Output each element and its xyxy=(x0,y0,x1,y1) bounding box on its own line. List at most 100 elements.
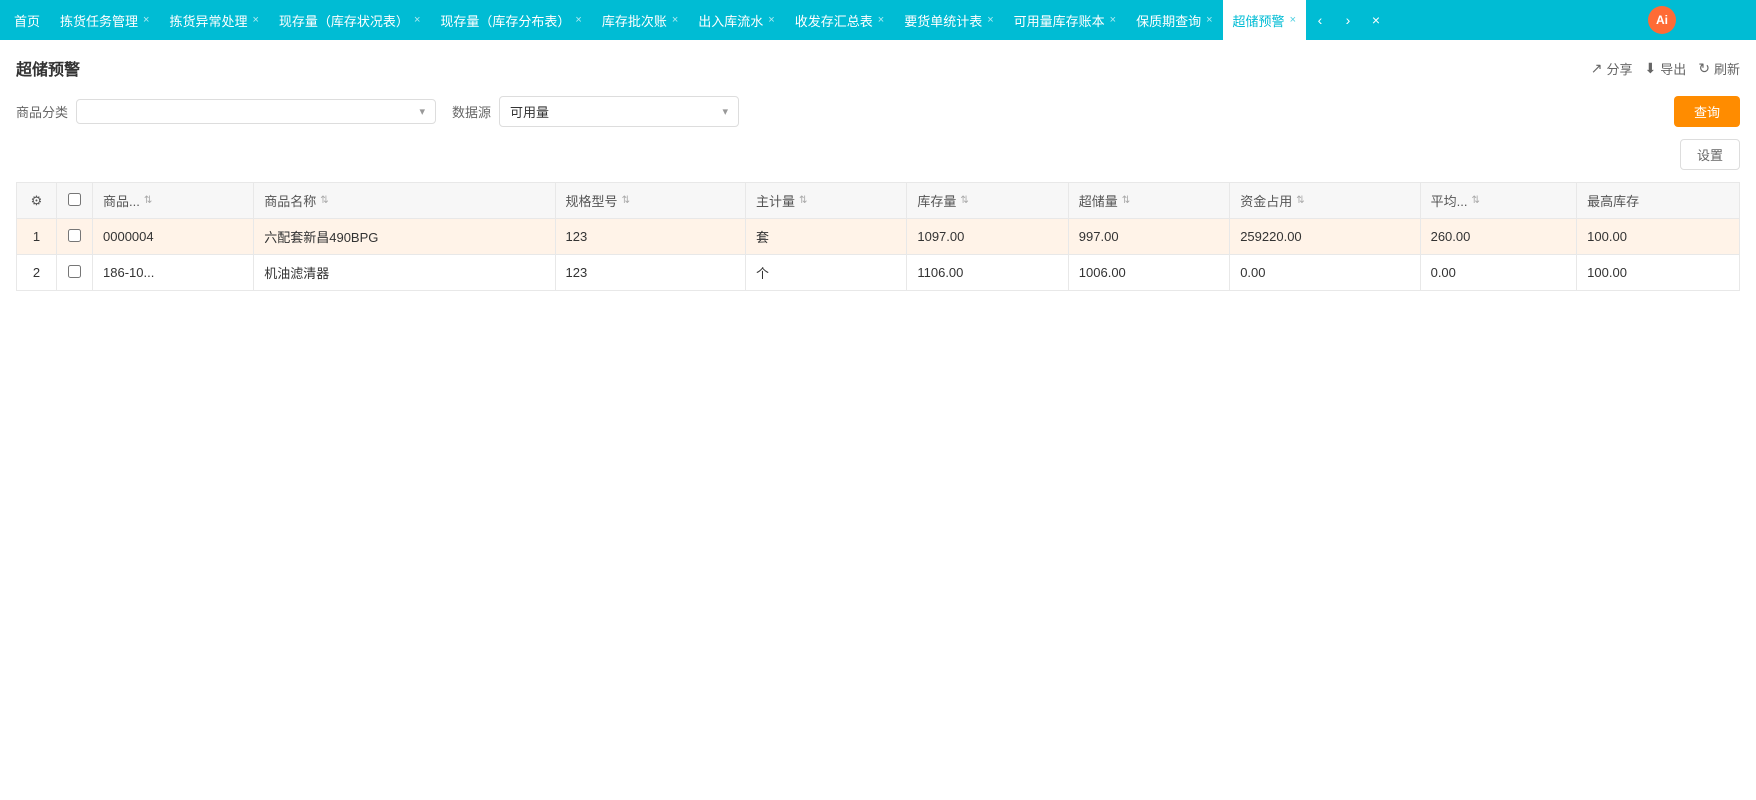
nav-item-inout-flow[interactable]: 出入库流水 × xyxy=(688,0,784,40)
nav-close-batch-account[interactable]: × xyxy=(672,14,678,26)
col-product-code[interactable]: 商品... ⇅ xyxy=(93,183,254,219)
col-product-name[interactable]: 商品名称 ⇅ xyxy=(254,183,555,219)
col-max-stock-label: 最高库存 xyxy=(1587,194,1639,209)
settings-button[interactable]: 设置 xyxy=(1680,139,1740,170)
nav-close-inventory-dist[interactable]: × xyxy=(575,14,581,26)
share-icon: ↗ xyxy=(1591,60,1603,77)
table-header-row: ⚙ 商品... ⇅ 商品名称 ⇅ xyxy=(17,183,1740,219)
avatar-text: Ai xyxy=(1656,13,1668,27)
row-1-max-stock: 100.00 xyxy=(1577,219,1740,255)
row-2-checkbox[interactable] xyxy=(68,265,81,278)
nav-bar: 首页 拣货任务管理 × 拣货异常处理 × 现存量（库存状况表） × 现存量（库存… xyxy=(0,0,1756,40)
col-avg-label: 平均... xyxy=(1431,191,1468,210)
nav-item-task-mgmt[interactable]: 拣货任务管理 × xyxy=(50,0,159,40)
col-stock-label: 库存量 xyxy=(917,191,956,210)
nav-label-expiry: 保质期查询 xyxy=(1136,11,1201,30)
row-2-checkbox-cell[interactable] xyxy=(57,255,93,291)
row-2-product-name: 机油滤清器 xyxy=(254,255,555,291)
nav-arrow-close[interactable]: × xyxy=(1362,0,1390,40)
nav-item-batch-account[interactable]: 库存批次账 × xyxy=(592,0,688,40)
data-table: ⚙ 商品... ⇅ 商品名称 ⇅ xyxy=(16,182,1740,291)
nav-item-abnormal[interactable]: 拣货异常处理 × xyxy=(159,0,268,40)
nav-label-available-account: 可用量库存账本 xyxy=(1014,11,1105,30)
nav-close-inventory-status[interactable]: × xyxy=(414,14,420,26)
query-button[interactable]: 查询 xyxy=(1674,96,1740,127)
nav-label-task-mgmt: 拣货任务管理 xyxy=(60,11,138,30)
table-row: 1 0000004 六配套新昌490BPG 123 套 1097.00 997.… xyxy=(17,219,1740,255)
row-1-checkbox[interactable] xyxy=(68,229,81,242)
chevron-down-icon: ▾ xyxy=(419,105,425,118)
sort-icon-product-code: ⇅ xyxy=(144,195,152,206)
nav-close-recv-send[interactable]: × xyxy=(878,14,884,26)
row-2-unit: 个 xyxy=(745,255,906,291)
nav-item-overstock[interactable]: 超储预警 × xyxy=(1223,0,1306,40)
sort-icon-stock: ⇅ xyxy=(960,195,968,206)
row-2-spec: 123 xyxy=(555,255,745,291)
datasource-select[interactable]: 可用量 ▾ xyxy=(499,96,739,127)
nav-item-recv-send[interactable]: 收发存汇总表 × xyxy=(785,0,894,40)
col-settings[interactable]: ⚙ xyxy=(17,183,57,219)
row-1-num: 1 xyxy=(17,219,57,255)
refresh-icon: ↻ xyxy=(1698,60,1710,77)
nav-arrow-left[interactable]: ‹ xyxy=(1306,0,1334,40)
nav-close-overstock[interactable]: × xyxy=(1290,14,1296,26)
nav-item-home[interactable]: 首页 xyxy=(4,0,50,40)
nav-label-req-stats: 要货单统计表 xyxy=(904,11,982,30)
row-1-checkbox-cell[interactable] xyxy=(57,219,93,255)
page-content: 超储预警 ↗ 分享 ⬇ 导出 ↻ 刷新 商品分类 ▾ 数据源 xyxy=(0,40,1756,800)
col-stock[interactable]: 库存量 ⇅ xyxy=(907,183,1068,219)
header-actions: ↗ 分享 ⬇ 导出 ↻ 刷新 xyxy=(1591,59,1740,78)
row-1-product-name: 六配套新昌490BPG xyxy=(254,219,555,255)
filter-datasource: 数据源 可用量 ▾ xyxy=(452,96,739,127)
nav-arrow-right[interactable]: › xyxy=(1334,0,1362,40)
col-unit[interactable]: 主计量 ⇅ xyxy=(745,183,906,219)
nav-close-task-mgmt[interactable]: × xyxy=(143,14,149,26)
export-button[interactable]: ⬇ 导出 xyxy=(1645,59,1687,78)
category-select[interactable]: ▾ xyxy=(76,99,436,124)
page-title: 超储预警 xyxy=(16,56,80,80)
export-icon: ⬇ xyxy=(1645,60,1657,77)
datasource-chevron-down-icon: ▾ xyxy=(723,105,729,118)
nav-close-expiry[interactable]: × xyxy=(1206,14,1212,26)
row-1-stock: 1097.00 xyxy=(907,219,1068,255)
export-label: 导出 xyxy=(1660,59,1686,78)
col-max-stock: 最高库存 xyxy=(1577,183,1740,219)
gear-icon: ⚙ xyxy=(31,193,43,208)
share-button[interactable]: ↗ 分享 xyxy=(1591,59,1633,78)
refresh-label: 刷新 xyxy=(1714,59,1740,78)
col-capital-usage[interactable]: 资金占用 ⇅ xyxy=(1230,183,1420,219)
nav-label-abnormal: 拣货异常处理 xyxy=(169,11,247,30)
page-header: 超储预警 ↗ 分享 ⬇ 导出 ↻ 刷新 xyxy=(16,56,1740,80)
col-checkbox[interactable] xyxy=(57,183,93,219)
nav-close-req-stats[interactable]: × xyxy=(987,14,993,26)
nav-close-abnormal[interactable]: × xyxy=(252,14,258,26)
sort-icon-product-name: ⇅ xyxy=(320,195,328,206)
row-1-product-code: 0000004 xyxy=(93,219,254,255)
nav-close-available-account[interactable]: × xyxy=(1110,14,1116,26)
topbar-right: Ai xyxy=(1648,0,1676,40)
select-all-checkbox[interactable] xyxy=(68,193,81,206)
share-label: 分享 xyxy=(1606,59,1632,78)
datasource-label: 数据源 xyxy=(452,102,491,121)
col-overstock[interactable]: 超储量 ⇅ xyxy=(1068,183,1229,219)
sort-icon-capital-usage: ⇅ xyxy=(1296,195,1304,206)
refresh-button[interactable]: ↻ 刷新 xyxy=(1698,59,1740,78)
col-overstock-label: 超储量 xyxy=(1079,191,1118,210)
row-2-num: 2 xyxy=(17,255,57,291)
col-avg[interactable]: 平均... ⇅ xyxy=(1420,183,1577,219)
nav-item-inventory-dist[interactable]: 现存量（库存分布表） × xyxy=(430,0,591,40)
sort-icon-avg: ⇅ xyxy=(1471,195,1479,206)
nav-item-expiry[interactable]: 保质期查询 × xyxy=(1126,0,1222,40)
nav-item-inventory-status[interactable]: 现存量（库存状况表） × xyxy=(269,0,430,40)
avatar[interactable]: Ai xyxy=(1648,6,1676,34)
nav-label-overstock: 超储预警 xyxy=(1233,11,1285,30)
row-1-capital-usage: 259220.00 xyxy=(1230,219,1420,255)
col-spec[interactable]: 规格型号 ⇅ xyxy=(555,183,745,219)
sort-icon-overstock: ⇅ xyxy=(1122,195,1130,206)
nav-close-inout-flow[interactable]: × xyxy=(768,14,774,26)
nav-label-recv-send: 收发存汇总表 xyxy=(795,11,873,30)
nav-item-available-account[interactable]: 可用量库存账本 × xyxy=(1004,0,1126,40)
sort-icon-spec: ⇅ xyxy=(622,195,630,206)
row-1-avg: 260.00 xyxy=(1420,219,1577,255)
nav-item-req-stats[interactable]: 要货单统计表 × xyxy=(894,0,1003,40)
